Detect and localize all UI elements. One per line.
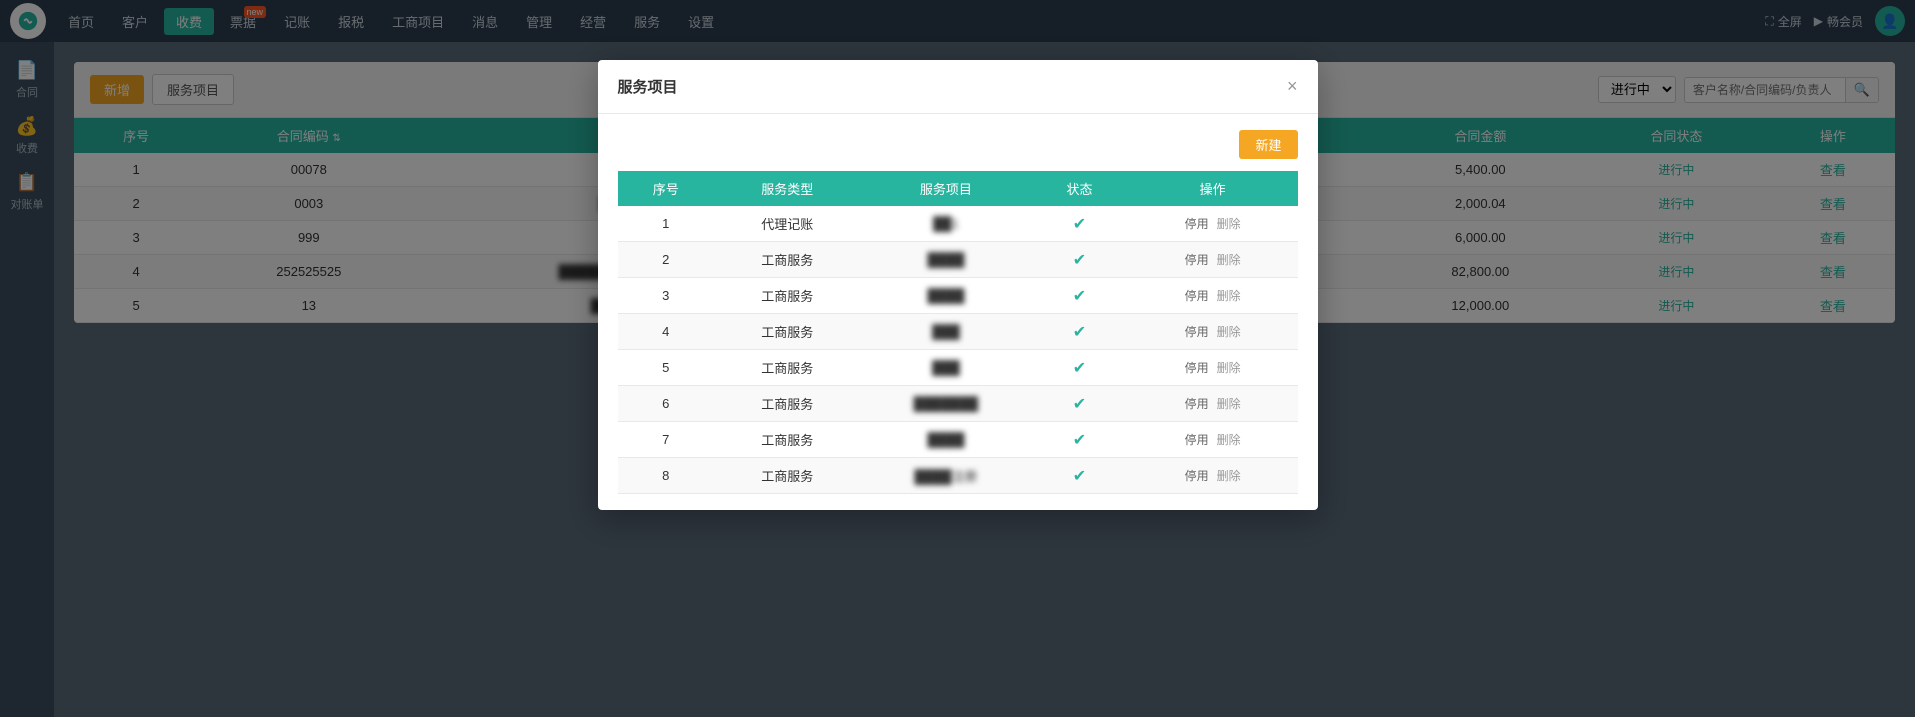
dialog-type-cell: 工商服务	[714, 422, 861, 458]
dialog-table-row: 7工商服务 ████ ✔ 停用删除	[618, 422, 1298, 458]
delete-button[interactable]: 删除	[1213, 465, 1245, 486]
modal-overlay[interactable]: 服务项目 × 新建 序号服务类型服务项目状态操作 1代理记账██1✔停用删除2工…	[0, 0, 1915, 717]
dialog-seq-cell: 6	[618, 386, 714, 422]
dialog-status-cell: ✔	[1031, 350, 1127, 386]
disable-button[interactable]: 停用	[1181, 285, 1213, 306]
blurred-item: ███████	[914, 396, 978, 411]
blurred-item: ████注册	[914, 466, 977, 485]
dialog-col-状态: 状态	[1031, 171, 1127, 206]
service-items-table: 序号服务类型服务项目状态操作 1代理记账██1✔停用删除2工商服务████✔停用…	[618, 171, 1298, 494]
status-check-icon: ✔	[1073, 432, 1086, 449]
dialog-body: 新建 序号服务类型服务项目状态操作 1代理记账██1✔停用删除2工商服务████…	[598, 114, 1318, 510]
dialog-action-cell: 停用删除	[1128, 206, 1298, 242]
dialog-item-cell: ████	[861, 422, 1032, 458]
dialog-seq-cell: 5	[618, 350, 714, 386]
blurred-item: ████	[927, 252, 964, 267]
dialog-table-body: 1代理记账██1✔停用删除2工商服务████✔停用删除3工商服务████✔停用删…	[618, 206, 1298, 494]
dialog-action-cell: 停用删除	[1128, 386, 1298, 422]
dialog-action-cell: 停用删除	[1128, 422, 1298, 458]
dialog-type-cell: 工商服务	[714, 386, 861, 422]
dialog-table-row: 6工商服务 ███████ ✔ 停用删除	[618, 386, 1298, 422]
dialog-table-row: 1代理记账 ██1 ✔ 停用删除	[618, 206, 1298, 242]
dialog-title: 服务项目	[618, 76, 678, 97]
dialog-item-cell: ███	[861, 314, 1032, 350]
dialog-status-cell: ✔	[1031, 314, 1127, 350]
blurred-item: ██1	[933, 216, 959, 231]
status-check-icon: ✔	[1073, 216, 1086, 233]
dialog-type-cell: 工商服务	[714, 314, 861, 350]
delete-button[interactable]: 删除	[1213, 285, 1245, 306]
dialog-type-cell: 代理记账	[714, 206, 861, 242]
status-check-icon: ✔	[1073, 288, 1086, 305]
dialog-close-button[interactable]: ×	[1287, 76, 1298, 97]
blurred-item: ███	[932, 324, 960, 339]
dialog-item-cell: ███	[861, 350, 1032, 386]
dialog-table-row: 5工商服务 ███ ✔ 停用删除	[618, 350, 1298, 386]
dialog-header: 服务项目 ×	[598, 60, 1318, 114]
delete-button[interactable]: 删除	[1213, 393, 1245, 414]
status-check-icon: ✔	[1073, 324, 1086, 341]
delete-button[interactable]: 删除	[1213, 429, 1245, 450]
dialog-col-服务项目: 服务项目	[861, 171, 1032, 206]
dialog-seq-cell: 3	[618, 278, 714, 314]
service-items-dialog: 服务项目 × 新建 序号服务类型服务项目状态操作 1代理记账██1✔停用删除2工…	[598, 60, 1318, 510]
blurred-item: ███	[932, 360, 960, 375]
disable-button[interactable]: 停用	[1181, 465, 1213, 486]
delete-button[interactable]: 删除	[1213, 213, 1245, 234]
dialog-action-cell: 停用删除	[1128, 350, 1298, 386]
dialog-table-row: 2工商服务 ████ ✔ 停用删除	[618, 242, 1298, 278]
disable-button[interactable]: 停用	[1181, 249, 1213, 270]
dialog-table-row: 8工商服务 ████注册 ✔ 停用删除	[618, 458, 1298, 494]
blurred-item: ████	[927, 432, 964, 447]
dialog-new-button[interactable]: 新建	[1239, 130, 1297, 159]
dialog-status-cell: ✔	[1031, 242, 1127, 278]
dialog-col-序号: 序号	[618, 171, 714, 206]
dialog-action-cell: 停用删除	[1128, 278, 1298, 314]
delete-button[interactable]: 删除	[1213, 321, 1245, 342]
dialog-item-cell: ██1	[861, 206, 1032, 242]
dialog-seq-cell: 7	[618, 422, 714, 458]
dialog-status-cell: ✔	[1031, 278, 1127, 314]
dialog-seq-cell: 2	[618, 242, 714, 278]
dialog-toolbar: 新建	[618, 130, 1298, 159]
disable-button[interactable]: 停用	[1181, 357, 1213, 378]
disable-button[interactable]: 停用	[1181, 321, 1213, 342]
dialog-action-cell: 停用删除	[1128, 458, 1298, 494]
dialog-seq-cell: 4	[618, 314, 714, 350]
dialog-table-row: 4工商服务 ███ ✔ 停用删除	[618, 314, 1298, 350]
dialog-col-服务类型: 服务类型	[714, 171, 861, 206]
dialog-table-row: 3工商服务 ████ ✔ 停用删除	[618, 278, 1298, 314]
disable-button[interactable]: 停用	[1181, 213, 1213, 234]
disable-button[interactable]: 停用	[1181, 429, 1213, 450]
dialog-item-cell: ████注册	[861, 458, 1032, 494]
dialog-status-cell: ✔	[1031, 422, 1127, 458]
dialog-type-cell: 工商服务	[714, 350, 861, 386]
status-check-icon: ✔	[1073, 252, 1086, 269]
dialog-item-cell: ████	[861, 278, 1032, 314]
delete-button[interactable]: 删除	[1213, 357, 1245, 378]
dialog-status-cell: ✔	[1031, 458, 1127, 494]
dialog-seq-cell: 1	[618, 206, 714, 242]
dialog-col-操作: 操作	[1128, 171, 1298, 206]
dialog-action-cell: 停用删除	[1128, 242, 1298, 278]
dialog-type-cell: 工商服务	[714, 242, 861, 278]
status-check-icon: ✔	[1073, 468, 1086, 485]
dialog-table-header: 序号服务类型服务项目状态操作	[618, 171, 1298, 206]
disable-button[interactable]: 停用	[1181, 393, 1213, 414]
dialog-status-cell: ✔	[1031, 206, 1127, 242]
delete-button[interactable]: 删除	[1213, 249, 1245, 270]
dialog-seq-cell: 8	[618, 458, 714, 494]
dialog-type-cell: 工商服务	[714, 458, 861, 494]
dialog-action-cell: 停用删除	[1128, 314, 1298, 350]
dialog-status-cell: ✔	[1031, 386, 1127, 422]
status-check-icon: ✔	[1073, 396, 1086, 413]
status-check-icon: ✔	[1073, 360, 1086, 377]
dialog-item-cell: ████	[861, 242, 1032, 278]
blurred-item: ████	[927, 288, 964, 303]
dialog-item-cell: ███████	[861, 386, 1032, 422]
dialog-type-cell: 工商服务	[714, 278, 861, 314]
